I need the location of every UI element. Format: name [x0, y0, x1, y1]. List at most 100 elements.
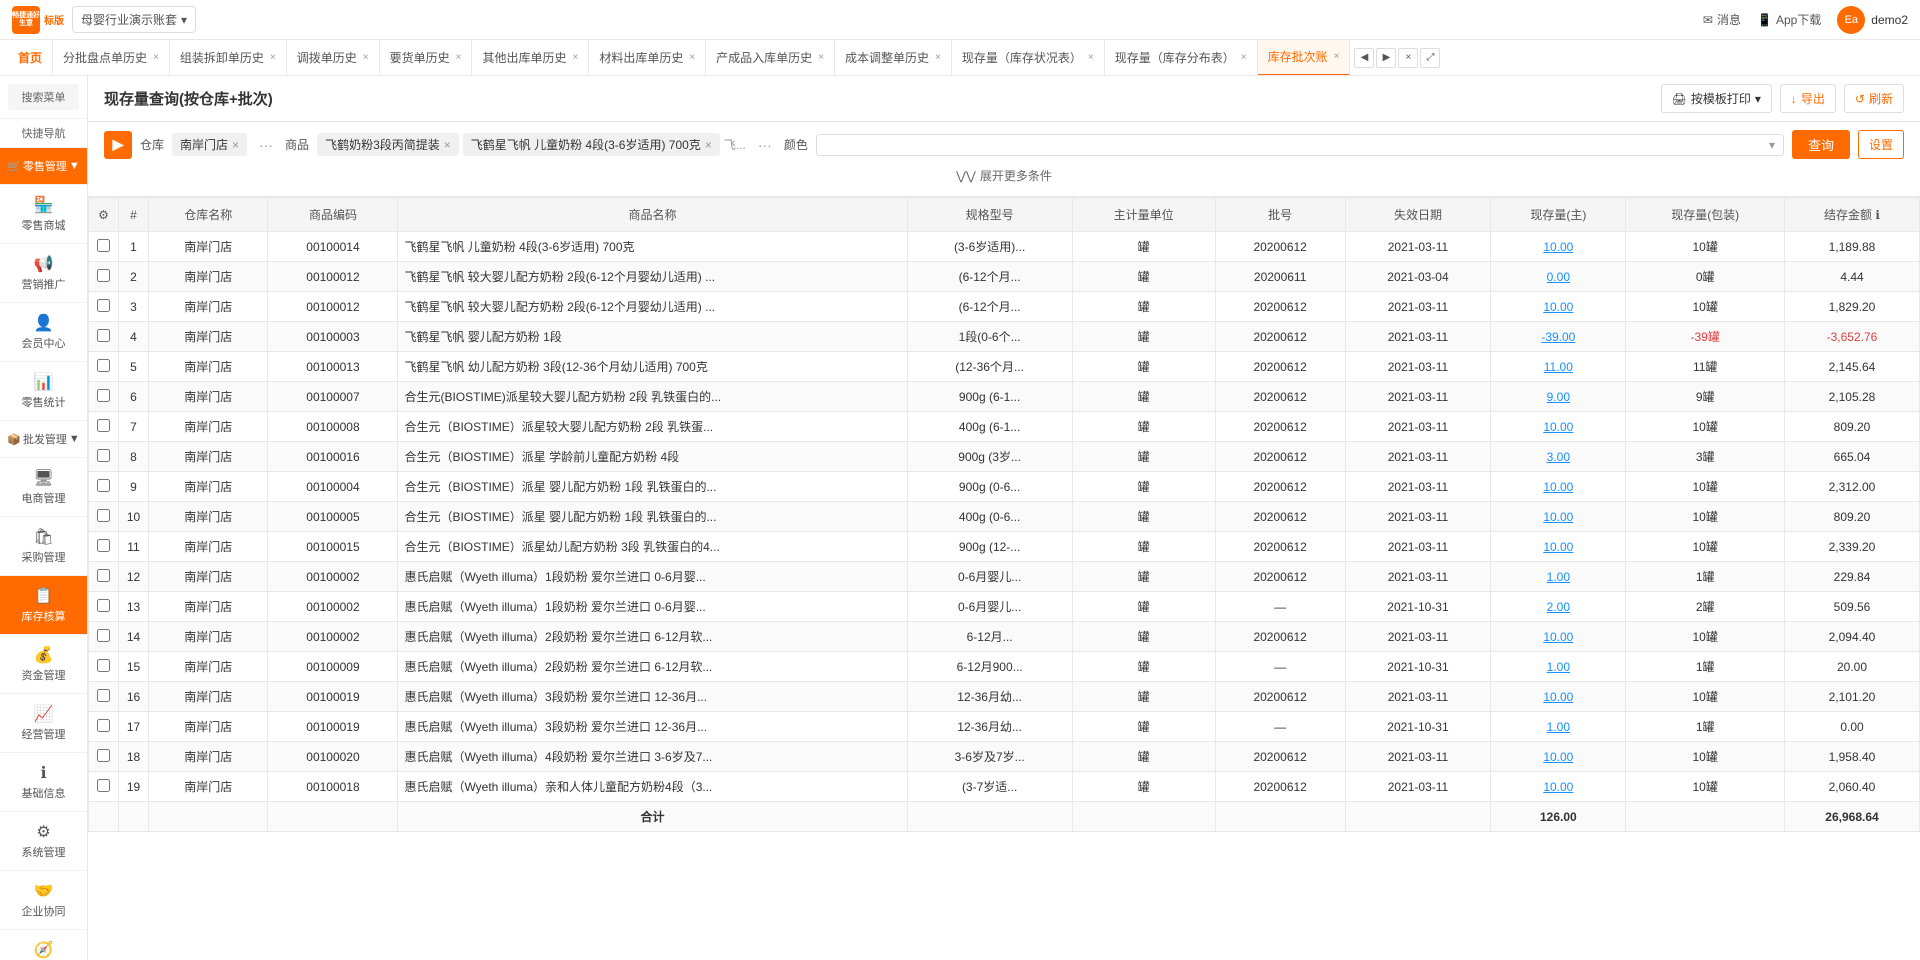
tab-材料出库单历史[interactable]: 材料出库单历史 × — [589, 40, 706, 76]
row-qty-main[interactable]: 10.00 — [1491, 532, 1626, 562]
refresh-button[interactable]: ↺ 刷新 — [1844, 84, 1904, 113]
sidebar-item-finance[interactable]: 💰 资金管理 — [0, 635, 87, 694]
row-gear[interactable] — [89, 742, 119, 772]
row-checkbox[interactable] — [97, 239, 110, 252]
row-checkbox[interactable] — [97, 539, 110, 552]
product-tag-close-0[interactable]: × — [444, 138, 451, 152]
filter-expand-button[interactable]: ▶ — [104, 131, 132, 159]
row-qty-main[interactable]: 0.00 — [1491, 262, 1626, 292]
tab-close-icon[interactable]: × — [1334, 51, 1340, 62]
product-tag-close-1[interactable]: × — [705, 138, 712, 152]
row-checkbox[interactable] — [97, 719, 110, 732]
row-checkbox[interactable] — [97, 419, 110, 432]
tab-close-icon[interactable]: × — [363, 52, 369, 63]
tab-现存量库存分布表[interactable]: 现存量（库存分布表） × — [1105, 40, 1258, 76]
row-checkbox[interactable] — [97, 449, 110, 462]
color-dropdown[interactable]: ▾ — [816, 134, 1784, 156]
row-checkbox[interactable] — [97, 629, 110, 642]
quick-nav-button[interactable]: 快捷导航 — [0, 119, 87, 148]
sidebar-item-inventory[interactable]: 📋 库存核算 — [0, 576, 87, 635]
tab-其他出库单历史[interactable]: 其他出库单历史 × — [472, 40, 589, 76]
settings-button[interactable]: 设置 — [1858, 130, 1904, 159]
sidebar-item-operations[interactable]: 📈 经营管理 — [0, 694, 87, 753]
row-gear[interactable] — [89, 502, 119, 532]
tab-home[interactable]: 首页 — [8, 40, 53, 76]
row-gear[interactable] — [89, 562, 119, 592]
col-settings[interactable]: ⚙ — [89, 198, 119, 232]
row-gear[interactable] — [89, 232, 119, 262]
row-gear[interactable] — [89, 412, 119, 442]
tab-close-icon[interactable]: × — [689, 52, 695, 63]
row-qty-main[interactable]: 10.00 — [1491, 412, 1626, 442]
tab-prev-button[interactable]: ◀ — [1354, 48, 1374, 68]
row-gear[interactable] — [89, 532, 119, 562]
tab-要货单历史[interactable]: 要货单历史 × — [380, 40, 473, 76]
row-checkbox[interactable] — [97, 479, 110, 492]
row-qty-main[interactable]: 1.00 — [1491, 652, 1626, 682]
row-checkbox[interactable] — [97, 299, 110, 312]
sidebar-item-basic[interactable]: ℹ 基础信息 — [0, 753, 87, 812]
tab-next-button[interactable]: ▶ — [1376, 48, 1396, 68]
tab-close-icon[interactable]: × — [1088, 52, 1094, 63]
sidebar-item-ecommerce[interactable]: 🖥 电商管理 — [0, 458, 87, 517]
export-button[interactable]: ↓ 导出 — [1780, 84, 1836, 113]
template-print-button[interactable]: 🖨 按模板打印 ▾ — [1661, 84, 1772, 113]
tab-成本调整单历史[interactable]: 成本调整单历史 × — [835, 40, 952, 76]
tab-close-all-button[interactable]: × — [1398, 48, 1418, 68]
row-qty-main[interactable]: 1.00 — [1491, 562, 1626, 592]
row-qty-main[interactable]: 9.00 — [1491, 382, 1626, 412]
row-qty-main[interactable]: 10.00 — [1491, 232, 1626, 262]
sidebar-item-retail[interactable]: 🛒 零售管理 ▼ — [0, 148, 87, 185]
warehouse-tag-close[interactable]: × — [232, 138, 239, 152]
row-gear[interactable] — [89, 382, 119, 412]
row-checkbox[interactable] — [97, 329, 110, 342]
tab-调拨单历史[interactable]: 调拨单历史 × — [287, 40, 380, 76]
product-filter-more[interactable]: 飞... — [724, 136, 746, 153]
row-qty-main[interactable]: -39.00 — [1491, 322, 1626, 352]
sidebar-item-member[interactable]: 👤 会员中心 — [0, 303, 87, 362]
row-checkbox[interactable] — [97, 569, 110, 582]
tab-maximize-button[interactable]: ⤢ — [1420, 48, 1440, 68]
sidebar-item-corp[interactable]: 🤝 企业协同 — [0, 871, 87, 930]
row-gear[interactable] — [89, 352, 119, 382]
messages-button[interactable]: ✉ 消息 — [1703, 11, 1741, 28]
sidebar-item-purchase[interactable]: 🛍 采购管理 — [0, 517, 87, 576]
row-checkbox[interactable] — [97, 689, 110, 702]
warehouse-more[interactable]: ··· — [255, 137, 277, 153]
sidebar-item-marketing[interactable]: 📢 营销推广 — [0, 244, 87, 303]
row-qty-main[interactable]: 2.00 — [1491, 592, 1626, 622]
row-gear[interactable] — [89, 622, 119, 652]
tab-close-icon[interactable]: × — [270, 52, 276, 63]
sidebar-item-system[interactable]: ⚙ 系统管理 — [0, 812, 87, 871]
row-gear[interactable] — [89, 442, 119, 472]
query-button[interactable]: 查询 — [1792, 130, 1850, 159]
row-gear[interactable] — [89, 592, 119, 622]
row-gear[interactable] — [89, 322, 119, 352]
row-checkbox[interactable] — [97, 659, 110, 672]
tab-close-icon[interactable]: × — [935, 52, 941, 63]
search-menu-button[interactable]: 搜索菜单 — [8, 84, 79, 110]
tab-close-icon[interactable]: × — [572, 52, 578, 63]
row-gear[interactable] — [89, 652, 119, 682]
tab-close-icon[interactable]: × — [456, 52, 462, 63]
product-more-dots[interactable]: ··· — [754, 137, 776, 153]
tab-close-icon[interactable]: × — [1241, 52, 1247, 63]
tab-库存批次账[interactable]: 库存批次账 × — [1258, 40, 1351, 76]
row-checkbox[interactable] — [97, 779, 110, 792]
row-qty-main[interactable]: 10.00 — [1491, 622, 1626, 652]
tab-产成品入库单历史[interactable]: 产成品入库单历史 × — [706, 40, 835, 76]
row-qty-main[interactable]: 3.00 — [1491, 442, 1626, 472]
row-checkbox[interactable] — [97, 359, 110, 372]
sidebar-item-stats[interactable]: 📊 零售统计 — [0, 362, 87, 421]
org-selector[interactable]: 母婴行业演示账套 ▾ — [72, 6, 196, 33]
row-checkbox[interactable] — [97, 749, 110, 762]
tab-组装拆卸单历史[interactable]: 组装拆卸单历史 × — [170, 40, 287, 76]
tab-现存量库存状况表[interactable]: 现存量（库存状况表） × — [952, 40, 1105, 76]
user-area[interactable]: Ea demo2 — [1837, 6, 1908, 34]
sidebar-item-mall[interactable]: 🏪 零售商城 — [0, 185, 87, 244]
row-gear[interactable] — [89, 712, 119, 742]
row-qty-main[interactable]: 10.00 — [1491, 472, 1626, 502]
download-button[interactable]: 📱 App下载 — [1757, 11, 1821, 28]
row-qty-main[interactable]: 10.00 — [1491, 742, 1626, 772]
row-qty-main[interactable]: 10.00 — [1491, 502, 1626, 532]
